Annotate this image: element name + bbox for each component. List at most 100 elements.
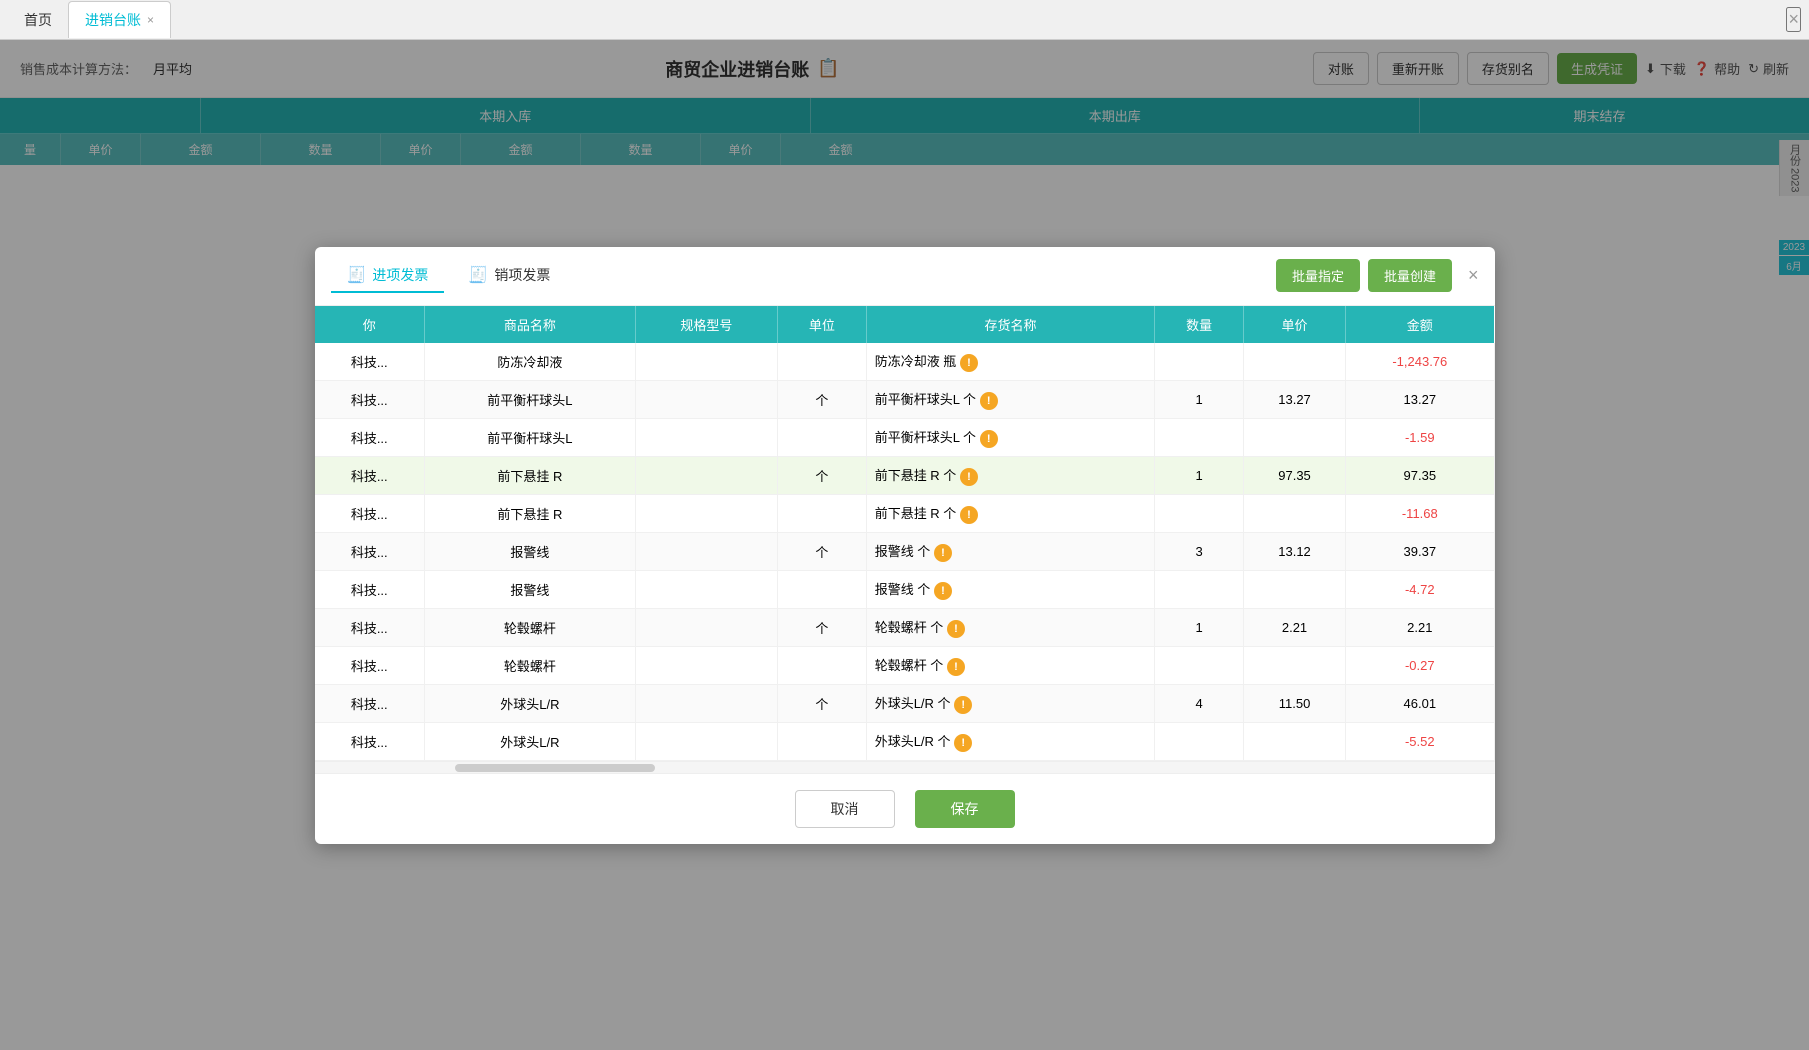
th-stock-name: 存货名称 [866,306,1155,343]
cell-product-name: 外球头L/R [424,722,635,760]
warning-icon: ! [947,658,965,676]
warning-icon: ! [934,582,952,600]
table-row[interactable]: 科技...前平衡杆球头L个前平衡杆球头L 个 !113.2713.27 [315,380,1495,418]
cell-stock-name: 轮毂螺杆 个 ! [866,646,1155,684]
cell-stock-name: 防冻冷却液 瓶 ! [866,343,1155,381]
warning-icon: ! [960,354,978,372]
cell-product-name: 轮毂螺杆 [424,646,635,684]
cell-unit-price: 13.12 [1243,532,1345,570]
tab-purchase-invoice[interactable]: 🧾 进项发票 [331,259,445,293]
cell-unit-price: 13.27 [1243,380,1345,418]
modal-close-button[interactable]: × [1468,259,1479,292]
cell-quantity: 3 [1155,532,1244,570]
cell-quantity [1155,418,1244,456]
cell-spec [635,684,777,722]
cell-amount: -0.27 [1346,646,1494,684]
cell-unit [778,494,867,532]
cell-spec [635,456,777,494]
cell-supplier: 科技... [315,380,425,418]
th-quantity: 数量 [1155,306,1244,343]
cell-amount: -1.59 [1346,418,1494,456]
purchase-invoice-icon: 🧾 [347,265,367,285]
th-amount: 金额 [1346,306,1494,343]
cell-amount: 46.01 [1346,684,1494,722]
sales-invoice-label: 销项发票 [494,265,550,285]
modal-overlay: 🧾 进项发票 🧾 销项发票 批量指定 批量创建 × [0,40,1809,1050]
tab-close-icon[interactable]: × [147,13,154,27]
table-row[interactable]: 科技...轮毂螺杆个轮毂螺杆 个 !12.212.21 [315,608,1495,646]
cell-amount: 2.21 [1346,608,1494,646]
batch-assign-button[interactable]: 批量指定 [1276,259,1360,292]
cell-stock-name: 前下悬挂 R 个 ! [866,456,1155,494]
cell-spec [635,343,777,381]
cell-quantity [1155,570,1244,608]
table-row[interactable]: 科技...前下悬挂 R 前下悬挂 R 个 ! -11.68 [315,494,1495,532]
modal-table-wrapper: 你 商品名称 规格型号 单位 存货名称 数量 单价 金额 科技...防冻冷却液防… [315,306,1495,761]
cell-stock-name: 报警线 个 ! [866,570,1155,608]
tab-home[interactable]: 首页 [8,2,68,38]
main-area: 销售成本计算方法： 月平均 商贸企业进销台账 📋 对账 重新开账 存货别名 生成… [0,40,1809,1050]
th-spec: 规格型号 [635,306,777,343]
cell-amount: 13.27 [1346,380,1494,418]
table-row[interactable]: 科技...前下悬挂 R个前下悬挂 R 个 !197.3597.35 [315,456,1495,494]
th-unit: 单位 [778,306,867,343]
cell-unit-price [1243,343,1345,381]
warning-icon: ! [954,696,972,714]
window-close-button[interactable]: × [1786,7,1801,32]
warning-icon: ! [980,392,998,410]
cell-supplier: 科技... [315,722,425,760]
tab-active-label: 进销台账 [85,10,141,30]
tab-sales-invoice[interactable]: 🧾 销项发票 [452,259,566,293]
cell-product-name: 防冻冷却液 [424,343,635,381]
warning-icon: ! [960,506,978,524]
cell-unit [778,722,867,760]
tab-bar: 首页 进销台账 × × [0,0,1809,40]
cell-spec [635,494,777,532]
save-button[interactable]: 保存 [915,790,1015,828]
tab-active[interactable]: 进销台账 × [68,1,171,38]
cell-spec [635,646,777,684]
cell-product-name: 报警线 [424,570,635,608]
cell-amount: 97.35 [1346,456,1494,494]
cell-unit: 个 [778,456,867,494]
modal-dialog: 🧾 进项发票 🧾 销项发票 批量指定 批量创建 × [315,247,1495,844]
cell-supplier: 科技... [315,456,425,494]
table-row[interactable]: 科技...报警线个报警线 个 !313.1239.37 [315,532,1495,570]
cell-supplier: 科技... [315,494,425,532]
cell-stock-name: 前平衡杆球头L 个 ! [866,380,1155,418]
cancel-button[interactable]: 取消 [795,790,895,828]
cell-product-name: 前下悬挂 R [424,494,635,532]
cell-amount: -4.72 [1346,570,1494,608]
table-header-row: 你 商品名称 规格型号 单位 存货名称 数量 单价 金额 [315,306,1495,343]
table-row[interactable]: 科技...前平衡杆球头L前平衡杆球头L 个 !-1.59 [315,418,1495,456]
table-row[interactable]: 科技...轮毂螺杆轮毂螺杆 个 !-0.27 [315,646,1495,684]
cell-supplier: 科技... [315,570,425,608]
table-row[interactable]: 科技...防冻冷却液防冻冷却液 瓶 !-1,243.76 [315,343,1495,381]
table-row[interactable]: 科技...外球头L/R个外球头L/R 个 !411.5046.01 [315,684,1495,722]
cell-unit: 个 [778,608,867,646]
modal-footer: 取消 保存 [315,773,1495,844]
cell-unit-price [1243,722,1345,760]
cell-quantity [1155,343,1244,381]
cell-amount: -11.68 [1346,494,1494,532]
th-unit-price: 单价 [1243,306,1345,343]
table-row[interactable]: 科技...报警线 报警线 个 ! -4.72 [315,570,1495,608]
warning-icon: ! [980,430,998,448]
cell-stock-name: 前平衡杆球头L 个 ! [866,418,1155,456]
cell-supplier: 科技... [315,418,425,456]
cell-stock-name: 前下悬挂 R 个 ! [866,494,1155,532]
cell-product-name: 轮毂螺杆 [424,608,635,646]
cell-unit-price: 11.50 [1243,684,1345,722]
batch-create-button[interactable]: 批量创建 [1368,259,1452,292]
cell-amount: -1,243.76 [1346,343,1494,381]
cell-spec [635,418,777,456]
cell-unit-price: 97.35 [1243,456,1345,494]
cell-product-name: 外球头L/R [424,684,635,722]
cell-stock-name: 报警线 个 ! [866,532,1155,570]
scrollbar-thumb[interactable] [455,764,655,772]
cell-supplier: 科技... [315,608,425,646]
table-row[interactable]: 科技...外球头L/R外球头L/R 个 !-5.52 [315,722,1495,760]
table-scrollbar[interactable] [315,761,1495,773]
cell-unit [778,343,867,381]
cell-spec [635,722,777,760]
